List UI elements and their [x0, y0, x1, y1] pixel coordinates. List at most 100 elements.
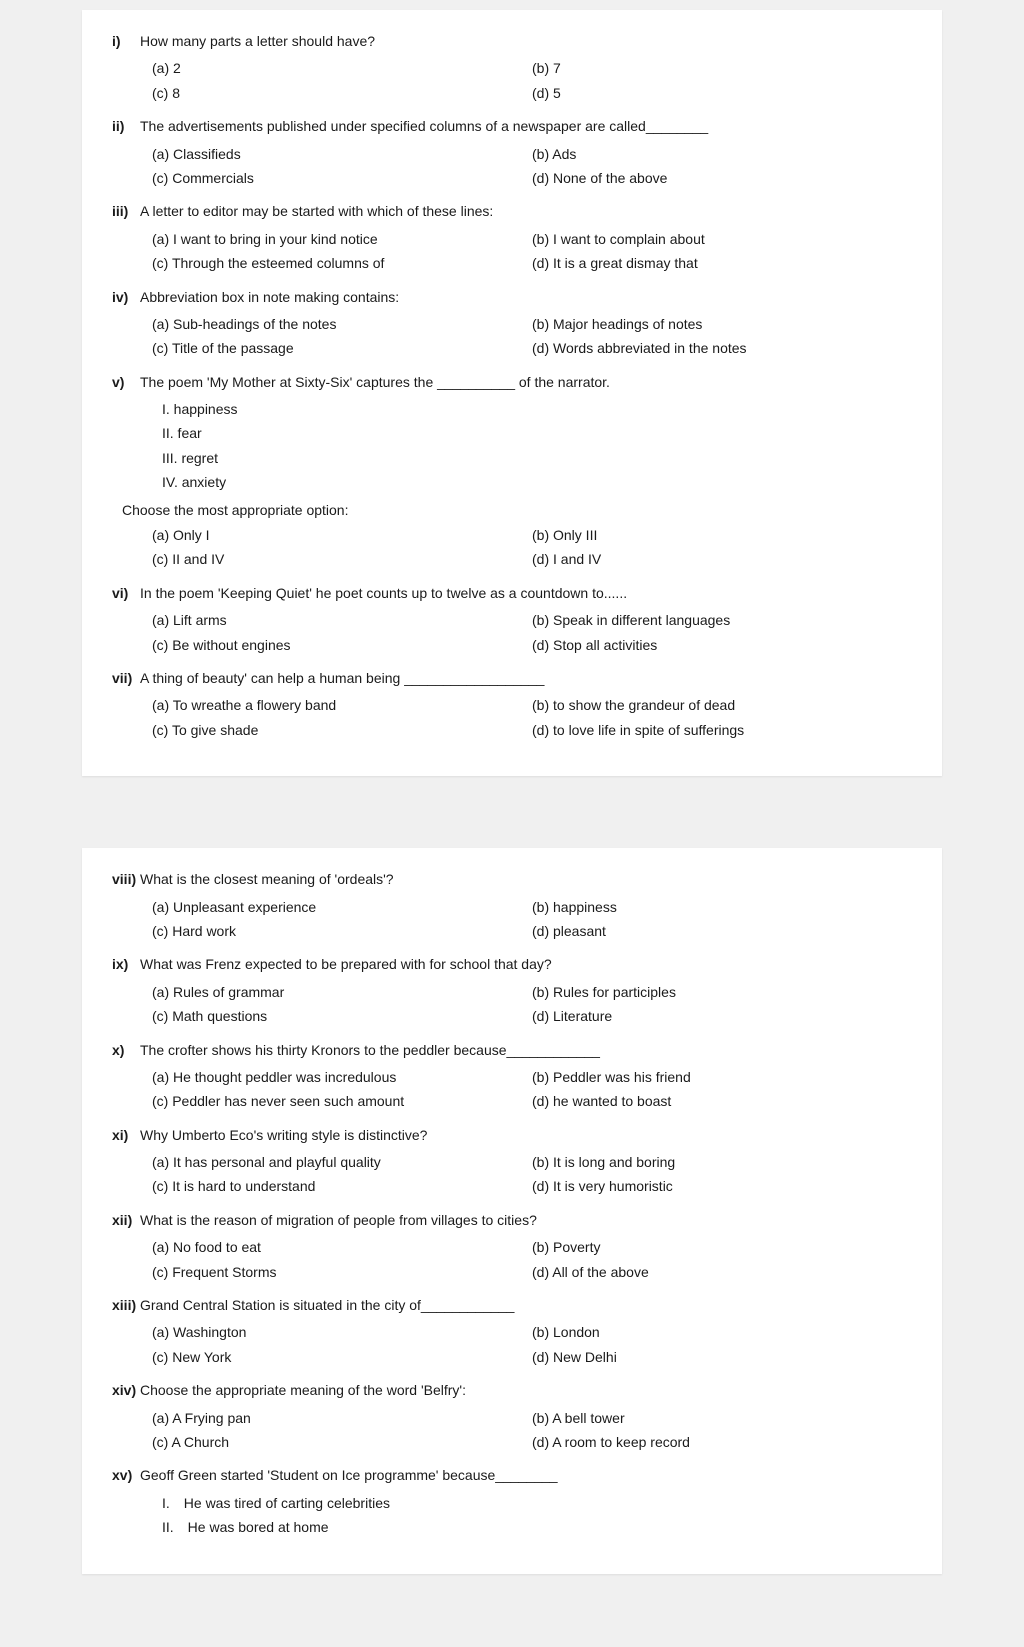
- v-list-4: IV. anxiety: [162, 470, 912, 494]
- q-text-xiv: Choose the appropriate meaning of the wo…: [140, 1379, 912, 1401]
- option-iii-b: (b) I want to complain about: [532, 227, 912, 251]
- q-v-choose-options: (a) Only I (b) Only III (c) II and IV (d…: [152, 523, 912, 572]
- option-xii-c: (c) Frequent Storms: [152, 1260, 532, 1284]
- v-list-2: II. fear: [162, 421, 912, 445]
- q-text-xv: Geoff Green started 'Student on Ice prog…: [140, 1464, 912, 1486]
- q-num-ii: ii): [112, 115, 140, 137]
- q-num-vi: vi): [112, 582, 140, 604]
- option-ix-d: (d) Literature: [532, 1004, 912, 1028]
- q-num-xv: xv): [112, 1464, 140, 1486]
- q-num-v: v): [112, 371, 140, 393]
- q-num-xiii: xiii): [112, 1294, 140, 1316]
- v-list-1: I. happiness: [162, 397, 912, 421]
- q-text-i: How many parts a letter should have?: [140, 30, 912, 52]
- option-xi-a: (a) It has personal and playful quality: [152, 1150, 532, 1174]
- option-vi-d: (d) Stop all activities: [532, 633, 912, 657]
- q-text-ix: What was Frenz expected to be prepared w…: [140, 953, 912, 975]
- option-xiii-c: (c) New York: [152, 1345, 532, 1369]
- question-ii: ii) The advertisements published under s…: [112, 115, 912, 190]
- option-i-c: (c) 8: [152, 81, 532, 105]
- option-vi-a: (a) Lift arms: [152, 608, 532, 632]
- question-iii: iii) A letter to editor may be started w…: [112, 200, 912, 275]
- section-2: viii) What is the closest meaning of 'or…: [82, 848, 942, 1573]
- option-ii-b: (b) Ads: [532, 142, 912, 166]
- option-iv-c: (c) Title of the passage: [152, 336, 532, 360]
- q-text-xi: Why Umberto Eco's writing style is disti…: [140, 1124, 912, 1146]
- section-gap: [82, 788, 942, 848]
- q-viii-options: (a) Unpleasant experience (b) happiness …: [152, 895, 912, 944]
- question-xv: xv) Geoff Green started 'Student on Ice …: [112, 1464, 912, 1539]
- q-text-vi: In the poem 'Keeping Quiet' he poet coun…: [140, 582, 912, 604]
- option-i-d: (d) 5: [532, 81, 912, 105]
- q-num-xi: xi): [112, 1124, 140, 1146]
- option-iv-b: (b) Major headings of notes: [532, 312, 912, 336]
- choose-label: Choose the most appropriate option:: [122, 499, 912, 521]
- v-opt-c: (c) II and IV: [152, 547, 532, 571]
- q-text-vii: A thing of beauty' can help a human bein…: [140, 667, 912, 689]
- q-text-iii: A letter to editor may be started with w…: [140, 200, 912, 222]
- option-vi-b: (b) Speak in different languages: [532, 608, 912, 632]
- option-xiv-c: (c) A Church: [152, 1430, 532, 1454]
- question-i: i) How many parts a letter should have? …: [112, 30, 912, 105]
- q-text-xii: What is the reason of migration of peopl…: [140, 1209, 912, 1231]
- q-num-i: i): [112, 30, 140, 52]
- question-v: v) The poem 'My Mother at Sixty-Six' cap…: [112, 371, 912, 572]
- xv-list-2: II. He was bored at home: [162, 1515, 912, 1539]
- q-num-xii: xii): [112, 1209, 140, 1231]
- xv-list-1: I. He was tired of carting celebrities: [162, 1491, 912, 1515]
- option-i-a: (a) 2: [152, 56, 532, 80]
- q-xv-list: I. He was tired of carting celebrities I…: [162, 1491, 912, 1540]
- option-vii-b: (b) to show the grandeur of dead: [532, 693, 912, 717]
- question-xi: xi) Why Umberto Eco's writing style is d…: [112, 1124, 912, 1199]
- option-vi-c: (c) Be without engines: [152, 633, 532, 657]
- q-num-viii: viii): [112, 868, 140, 890]
- q-xi-options: (a) It has personal and playful quality …: [152, 1150, 912, 1199]
- q-num-x: x): [112, 1039, 140, 1061]
- v-list-3: III. regret: [162, 446, 912, 470]
- question-xiii: xiii) Grand Central Station is situated …: [112, 1294, 912, 1369]
- question-xii: xii) What is the reason of migration of …: [112, 1209, 912, 1284]
- q-ii-options: (a) Classifieds (b) Ads (c) Commercials …: [152, 142, 912, 191]
- question-ix: ix) What was Frenz expected to be prepar…: [112, 953, 912, 1028]
- q-vii-options: (a) To wreathe a flowery band (b) to sho…: [152, 693, 912, 742]
- option-vii-d: (d) to love life in spite of sufferings: [532, 718, 912, 742]
- q-text-iv: Abbreviation box in note making contains…: [140, 286, 912, 308]
- option-xi-c: (c) It is hard to understand: [152, 1174, 532, 1198]
- option-x-c: (c) Peddler has never seen such amount: [152, 1089, 532, 1113]
- v-opt-d: (d) I and IV: [532, 547, 912, 571]
- option-ii-a: (a) Classifieds: [152, 142, 532, 166]
- q-ix-options: (a) Rules of grammar (b) Rules for parti…: [152, 980, 912, 1029]
- option-vii-a: (a) To wreathe a flowery band: [152, 693, 532, 717]
- option-x-d: (d) he wanted to boast: [532, 1089, 912, 1113]
- q-vi-options: (a) Lift arms (b) Speak in different lan…: [152, 608, 912, 657]
- q-x-options: (a) He thought peddler was incredulous (…: [152, 1065, 912, 1114]
- question-x: x) The crofter shows his thirty Kronors …: [112, 1039, 912, 1114]
- q-num-ix: ix): [112, 953, 140, 975]
- option-xiii-d: (d) New Delhi: [532, 1345, 912, 1369]
- option-ix-a: (a) Rules of grammar: [152, 980, 532, 1004]
- question-iv: iv) Abbreviation box in note making cont…: [112, 286, 912, 361]
- option-viii-c: (c) Hard work: [152, 919, 532, 943]
- option-xi-d: (d) It is very humoristic: [532, 1174, 912, 1198]
- q-text-viii: What is the closest meaning of 'ordeals'…: [140, 868, 912, 890]
- v-opt-b: (b) Only III: [532, 523, 912, 547]
- option-i-b: (b) 7: [532, 56, 912, 80]
- option-ii-d: (d) None of the above: [532, 166, 912, 190]
- option-xi-b: (b) It is long and boring: [532, 1150, 912, 1174]
- q-i-options: (a) 2 (b) 7 (c) 8 (d) 5: [152, 56, 912, 105]
- option-xiii-a: (a) Washington: [152, 1320, 532, 1344]
- option-iii-d: (d) It is a great dismay that: [532, 251, 912, 275]
- option-iii-a: (a) I want to bring in your kind notice: [152, 227, 532, 251]
- option-viii-d: (d) pleasant: [532, 919, 912, 943]
- option-xiv-d: (d) A room to keep record: [532, 1430, 912, 1454]
- question-viii: viii) What is the closest meaning of 'or…: [112, 868, 912, 943]
- option-x-a: (a) He thought peddler was incredulous: [152, 1065, 532, 1089]
- q-num-iv: iv): [112, 286, 140, 308]
- option-viii-a: (a) Unpleasant experience: [152, 895, 532, 919]
- q-xiv-options: (a) A Frying pan (b) A bell tower (c) A …: [152, 1406, 912, 1455]
- option-xiv-b: (b) A bell tower: [532, 1406, 912, 1430]
- option-ix-b: (b) Rules for participles: [532, 980, 912, 1004]
- v-opt-a: (a) Only I: [152, 523, 532, 547]
- option-viii-b: (b) happiness: [532, 895, 912, 919]
- q-xiii-options: (a) Washington (b) London (c) New York (…: [152, 1320, 912, 1369]
